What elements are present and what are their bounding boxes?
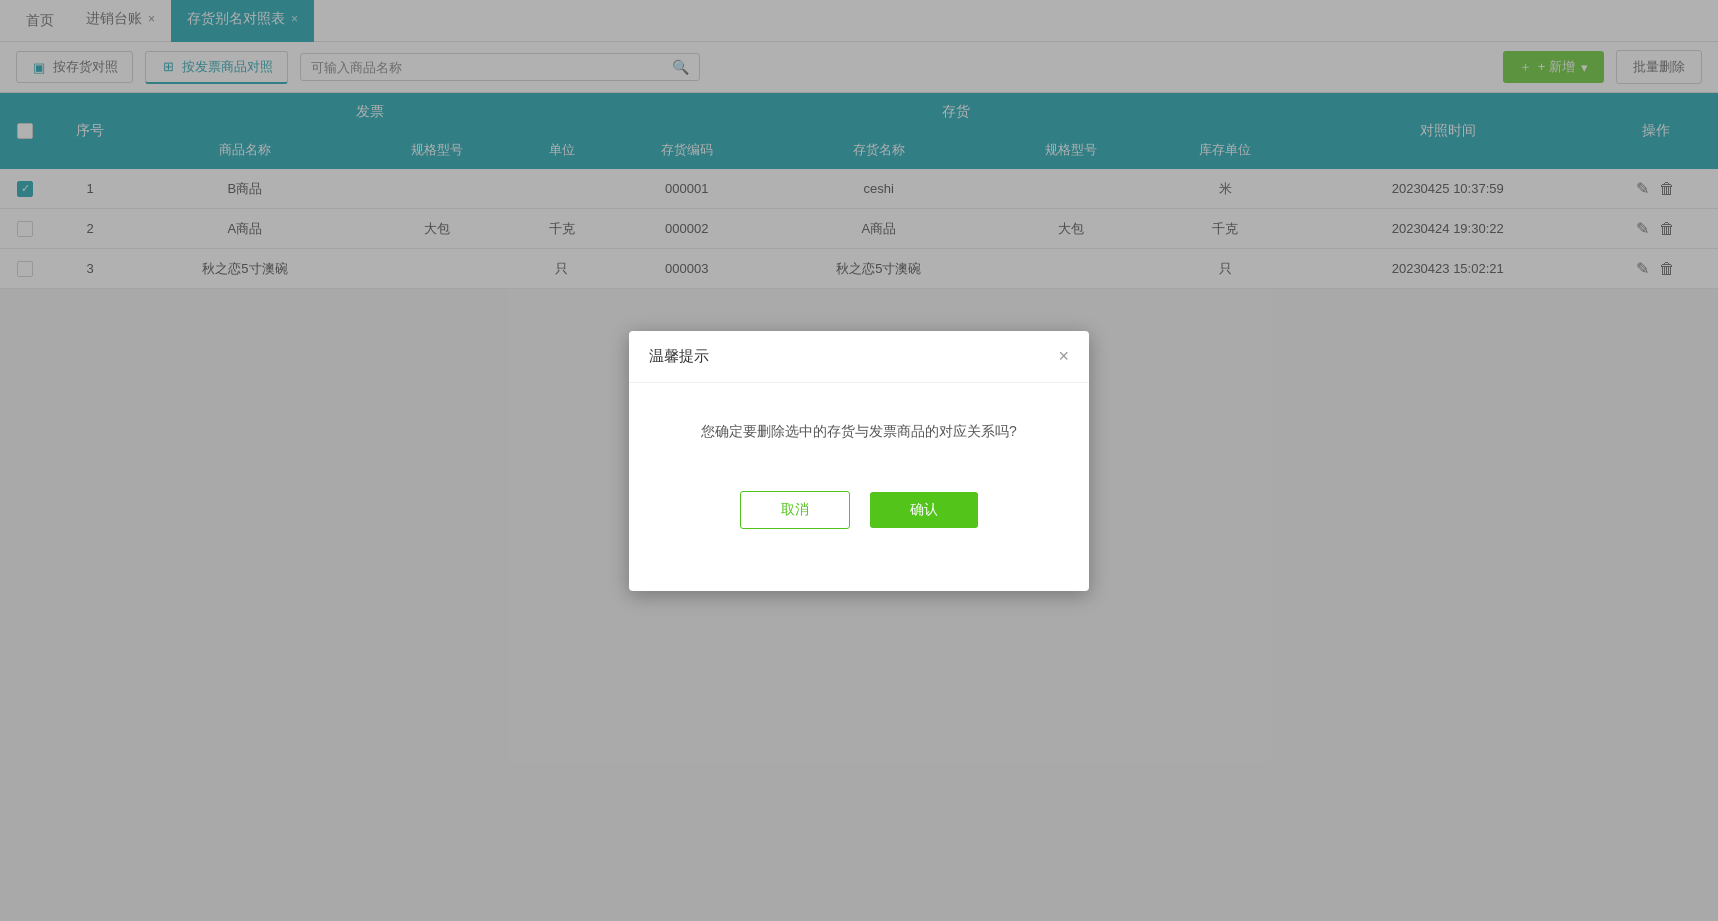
- dialog-overlay: 温馨提示 × 您确定要删除选中的存货与发票商品的对应关系吗? 取消 确认: [0, 0, 1718, 289]
